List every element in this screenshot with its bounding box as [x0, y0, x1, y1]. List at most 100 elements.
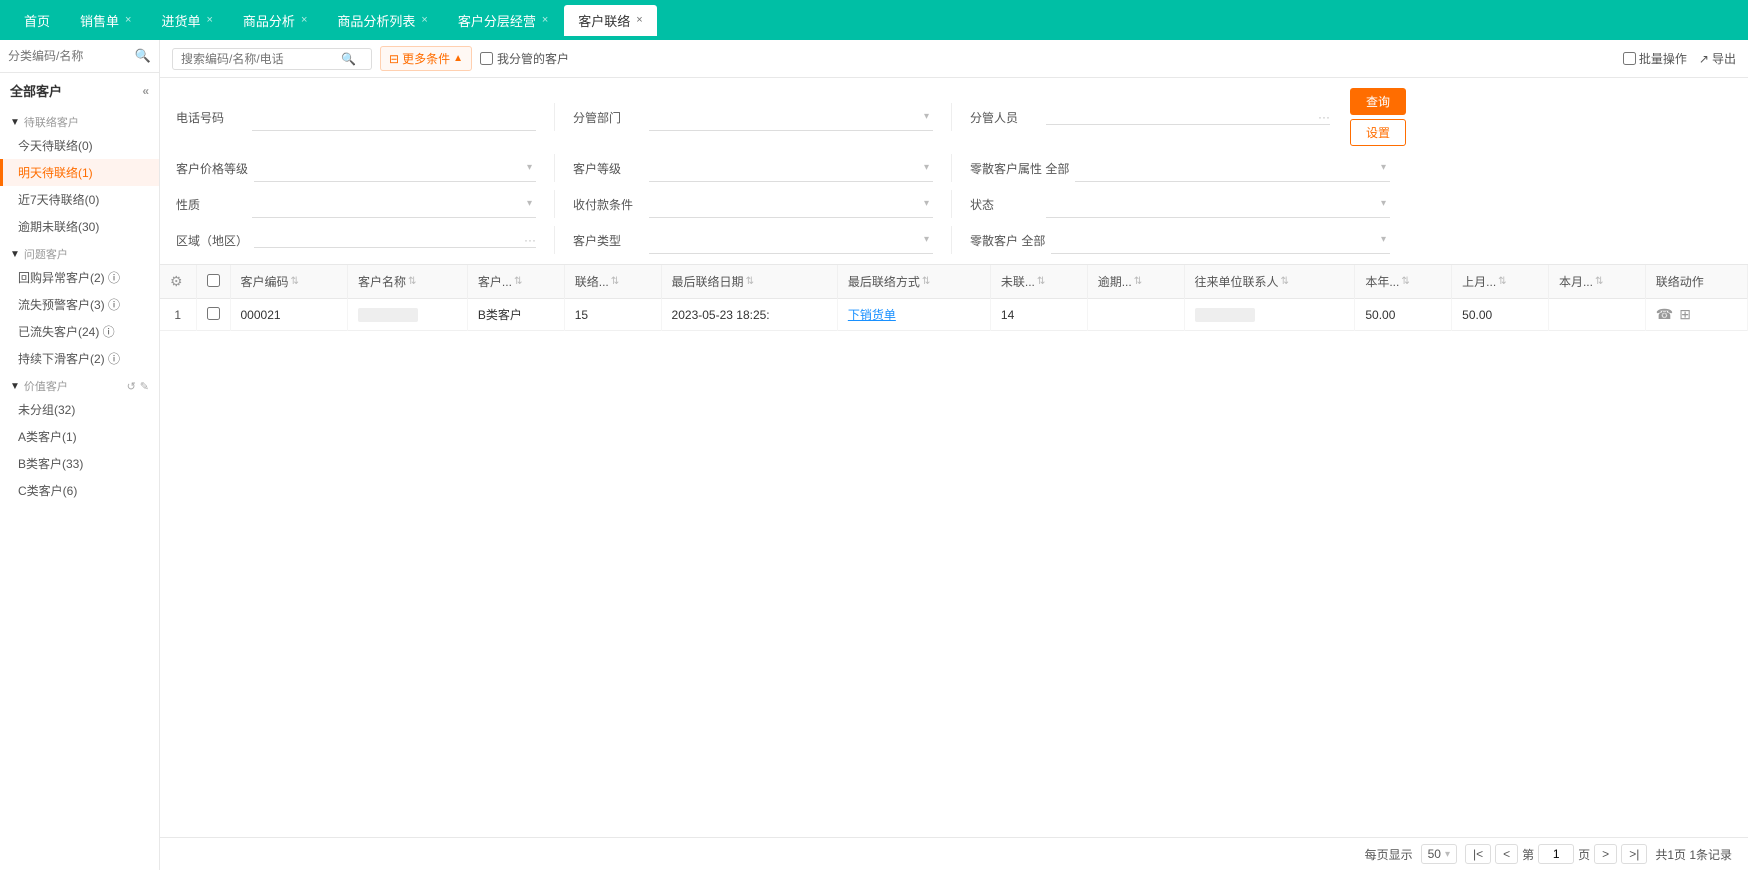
sidebar-item-ungrouped[interactable]: 未分组(32) — [0, 396, 159, 423]
sidebar-item-repurchase-abnormal[interactable]: 回购异常客户(2) ⓘ — [0, 264, 159, 291]
cell-last-contact-method: 下销货单 — [837, 299, 990, 331]
chevron-down-icon: ▾ — [924, 111, 929, 122]
nav-sales-order[interactable]: 销售单 × — [66, 5, 145, 36]
my-customers-checkbox[interactable] — [480, 52, 493, 65]
page-size-select[interactable]: 50 ▾ — [1421, 844, 1457, 864]
table-row: 1 000021 B类客户 15 2023-05-23 18:25: 下销货单 — [160, 299, 1748, 331]
sidebar-item-overdue-contact[interactable]: 逾期未联络(30) — [0, 213, 159, 240]
table-area: ⚙ 客户编码⇅ 客户名称⇅ 客户...⇅ — [160, 265, 1748, 837]
main-search-icon[interactable]: 🔍 — [341, 52, 356, 66]
filter-customer-type-select[interactable]: ▾ — [649, 226, 933, 254]
page-size-caret: ▾ — [1445, 849, 1450, 860]
phone-action-icon[interactable]: ☎ — [1656, 306, 1673, 323]
filter-retail-attr-select[interactable]: ▾ — [1075, 154, 1390, 182]
col-last-month: 上月...⇅ — [1452, 265, 1549, 299]
close-customer-stratification-icon[interactable]: × — [542, 14, 548, 26]
grid-action-icon[interactable]: ⊞ — [1679, 306, 1691, 323]
sidebar-item-class-a[interactable]: A类客户(1) — [0, 423, 159, 450]
export-button[interactable]: ↗ 导出 — [1699, 50, 1736, 67]
refresh-icon[interactable]: ↺ — [127, 380, 136, 393]
cell-action: ☎ ⊞ — [1645, 299, 1747, 331]
main-search-wrap: 🔍 — [172, 48, 372, 70]
sidebar-item-tomorrow-contact[interactable]: 明天待联络(1) — [0, 159, 159, 186]
table-footer: 每页显示 50 ▾ |< < 第 页 > >| 共1页 1条记录 — [160, 837, 1748, 870]
last-contact-link[interactable]: 下销货单 — [848, 308, 896, 322]
sidebar-all-customers[interactable]: 全部客户 « — [0, 73, 159, 108]
cell-no-contact: 14 — [990, 299, 1087, 331]
sidebar-item-7days-contact[interactable]: 近7天待联络(0) — [0, 186, 159, 213]
nav-product-analysis-list[interactable]: 商品分析列表 × — [323, 5, 441, 36]
first-page-button[interactable]: |< — [1465, 844, 1491, 864]
sort-icon5: ⇅ — [746, 276, 754, 287]
query-button[interactable]: 查询 — [1350, 88, 1406, 115]
filter-dept: 分管部门 ▾ — [573, 103, 933, 131]
sidebar-item-class-c[interactable]: C类客户(6) — [0, 477, 159, 504]
my-customers-checkbox-wrap[interactable]: 我分管的客户 — [480, 50, 569, 67]
batch-op-checkbox[interactable] — [1623, 52, 1636, 65]
sidebar-item-class-b[interactable]: B类客户(33) — [0, 450, 159, 477]
filter-phone-input[interactable] — [252, 103, 536, 131]
filter-price-level-label: 客户价格等级 — [176, 160, 248, 177]
next-page-button[interactable]: > — [1594, 844, 1617, 864]
filter-price-level-select[interactable]: ▾ — [254, 154, 536, 182]
filter-customer-level-select[interactable]: ▾ — [649, 154, 933, 182]
close-customer-contact-icon[interactable]: × — [636, 14, 642, 26]
filter-dept-select[interactable]: ▾ — [649, 103, 933, 131]
select-all-checkbox[interactable] — [207, 274, 220, 287]
sort-icon4: ⇅ — [611, 276, 619, 287]
sidebar-item-churn-warning[interactable]: 流失预警客户(3) ⓘ — [0, 291, 159, 318]
sidebar-group-value-customers: ▼ 价值客户 ↺ ✎ — [0, 372, 159, 396]
filter-customer-level-label: 客户等级 — [573, 160, 643, 177]
sidebar-search-input[interactable] — [8, 49, 135, 63]
filter-dept-label: 分管部门 — [573, 109, 643, 126]
settings-button[interactable]: 设置 — [1350, 119, 1406, 146]
filter-manager-input[interactable]: ··· — [1046, 110, 1330, 125]
page-input[interactable] — [1538, 844, 1574, 864]
nav-customer-stratification[interactable]: 客户分层经营 × — [444, 5, 562, 36]
filter-region-input[interactable]: ··· — [254, 233, 536, 248]
filter-phone-label: 电话号码 — [176, 109, 246, 126]
filter-payment-terms: 收付款条件 ▾ — [573, 190, 933, 218]
edit-icon[interactable]: ✎ — [140, 380, 149, 393]
nav-purchase-order[interactable]: 进货单 × — [147, 5, 226, 36]
nav-product-analysis[interactable]: 商品分析 × — [229, 5, 321, 36]
close-product-analysis-list-icon[interactable]: × — [421, 14, 427, 26]
cell-this-month — [1548, 299, 1645, 331]
sort-icon12: ⇅ — [1595, 276, 1603, 287]
col-last-contact-method: 最后联络方式⇅ — [837, 265, 990, 299]
page-label: 第 — [1522, 846, 1534, 863]
close-sales-order-icon[interactable]: × — [125, 14, 131, 26]
filter-retail-attr-label: 零散客户属性 全部 — [970, 160, 1069, 177]
close-purchase-order-icon[interactable]: × — [206, 14, 212, 26]
chevron-down-icon5: ▾ — [527, 198, 532, 209]
main-search-input[interactable] — [181, 52, 341, 66]
close-product-analysis-icon[interactable]: × — [301, 14, 307, 26]
filter-payment-terms-select[interactable]: ▾ — [649, 190, 933, 218]
chevron-down-icon9: ▾ — [1381, 234, 1386, 245]
filter-customer-level: 客户等级 ▾ — [573, 154, 933, 182]
prev-page-button[interactable]: < — [1495, 844, 1518, 864]
page-nav: |< < 第 页 > >| — [1465, 844, 1647, 864]
batch-op-button[interactable]: 批量操作 — [1623, 50, 1687, 67]
filter-retail-customer-label: 零散客户 全部 — [970, 232, 1045, 249]
sidebar-search-icon[interactable]: 🔍 — [135, 48, 151, 64]
filter-status-label: 状态 — [970, 196, 1040, 213]
filter-status-select[interactable]: ▾ — [1046, 190, 1390, 218]
last-page-button[interactable]: >| — [1621, 844, 1647, 864]
sort-icon11: ⇅ — [1498, 276, 1506, 287]
row-checkbox[interactable] — [207, 307, 220, 320]
col-customer-code: 客户编码⇅ — [230, 265, 348, 299]
more-filter-button[interactable]: ⊟ 更多条件 ▲ — [380, 46, 472, 71]
cell-type: B类客户 — [467, 299, 564, 331]
nav-customer-contact[interactable]: 客户联络 × — [564, 5, 656, 36]
sidebar: 🔍 全部客户 « ▼ 待联络客户 今天待联络(0) 明天待联络(1) 近7天待联… — [0, 40, 160, 870]
sidebar-item-churned[interactable]: 已流失客户(24) ⓘ — [0, 318, 159, 345]
filter-retail-customer-select[interactable]: ▾ — [1051, 226, 1390, 254]
table-settings-icon[interactable]: ⚙ — [170, 273, 183, 289]
filter-nature-select[interactable]: ▾ — [252, 190, 536, 218]
filter-panel: 电话号码 分管部门 ▾ 分管人员 ··· — [160, 78, 1748, 265]
page-size-value: 50 — [1428, 847, 1441, 861]
sidebar-item-today-contact[interactable]: 今天待联络(0) — [0, 132, 159, 159]
nav-home[interactable]: 首页 — [10, 5, 64, 36]
sidebar-item-declining[interactable]: 持续下滑客户(2) ⓘ — [0, 345, 159, 372]
